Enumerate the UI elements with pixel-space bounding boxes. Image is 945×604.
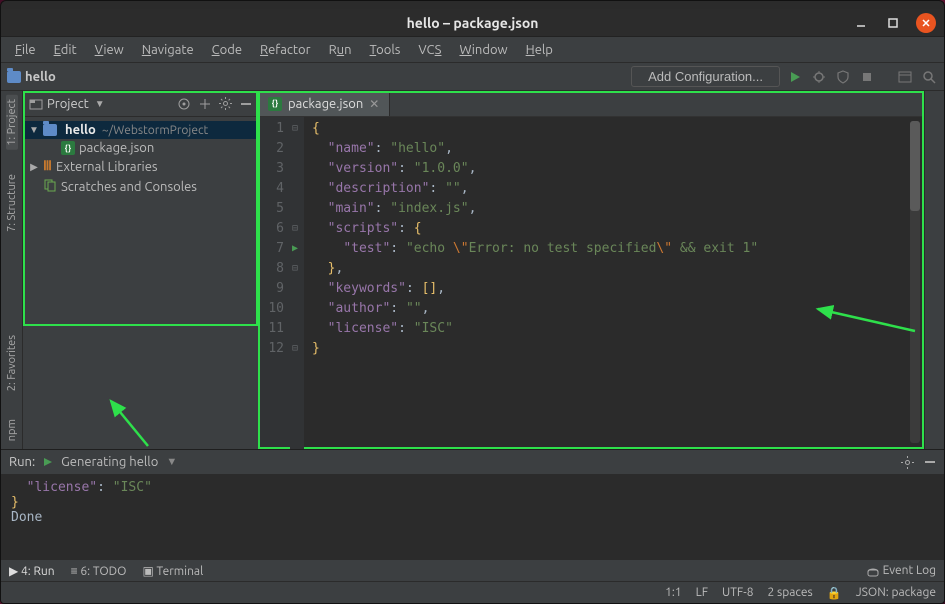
window-controls: [852, 13, 936, 33]
editor: {} package.json ✕ 123456789101112 ⊟ ⊟ ▶ …: [258, 91, 924, 449]
left-tool-rail: 1: Project 7: Structure 2: Favorites npm: [1, 91, 23, 449]
chevron-down-icon[interactable]: ▼: [29, 124, 39, 136]
root-name: hello: [65, 123, 96, 137]
status-indent[interactable]: 2 spaces: [767, 586, 812, 599]
right-tool-rail: [924, 91, 944, 449]
hide-icon[interactable]: [924, 460, 936, 464]
root-path: ~/WebstormProject: [102, 124, 208, 137]
structure-popup-icon[interactable]: [896, 68, 914, 86]
run-task-name: Generating hello: [61, 455, 158, 469]
editor-tabs: {} package.json ✕: [258, 91, 924, 117]
editor-scrollbar[interactable]: [910, 121, 920, 443]
code-area[interactable]: 123456789101112 ⊟ ⊟ ▶ ⊟ ⊟ { "name": "hel…: [258, 117, 924, 449]
menu-window[interactable]: Window: [451, 41, 515, 59]
breadcrumb-project: hello: [25, 70, 56, 84]
menu-tools[interactable]: Tools: [362, 41, 409, 59]
folder-icon: [43, 124, 57, 136]
chevron-down-icon[interactable]: ▼: [95, 98, 105, 110]
menu-refactor[interactable]: Refactor: [252, 41, 319, 59]
tree-external-libraries[interactable]: ▶ Ⅲ External Libraries: [23, 157, 258, 176]
editor-tab-package[interactable]: {} package.json ✕: [258, 91, 390, 116]
menu-edit[interactable]: Edit: [46, 41, 85, 59]
rail-project[interactable]: 1: Project: [6, 95, 18, 150]
main-area: 1: Project 7: Structure 2: Favorites npm…: [1, 91, 944, 449]
run-title: Run:: [9, 455, 35, 469]
fold-gutter[interactable]: ⊟ ⊟ ▶ ⊟ ⊟: [290, 117, 304, 449]
run-header: Run: Generating hello ▼: [1, 450, 944, 474]
search-everywhere-icon[interactable]: [920, 68, 938, 86]
tab-label: package.json: [288, 97, 363, 111]
tree-root[interactable]: ▼ hello ~/WebstormProject: [23, 121, 258, 139]
bottombar-eventlog[interactable]: Event Log: [883, 564, 936, 577]
menu-code[interactable]: Code: [204, 41, 250, 59]
window-title: hello – package.json: [407, 15, 539, 31]
folder-icon: [7, 71, 21, 83]
stop-icon[interactable]: [858, 68, 876, 86]
code-content[interactable]: { "name": "hello", "version": "1.0.0", "…: [304, 117, 924, 449]
tree-scratches[interactable]: Scratches and Consoles: [23, 176, 258, 197]
bottombar-run[interactable]: ▶ 4: Run: [9, 564, 55, 578]
maximize-button[interactable]: [884, 14, 902, 32]
annotation-arrow-left: [103, 396, 163, 456]
event-log-icon: [867, 565, 879, 577]
bottombar-terminal[interactable]: ▣ Terminal: [142, 564, 203, 578]
chevron-right-icon[interactable]: ▶: [29, 161, 39, 173]
json-file-icon: {}: [61, 141, 75, 155]
scratch-label: Scratches and Consoles: [61, 180, 197, 194]
debug-icon[interactable]: [810, 68, 828, 86]
menubar: File Edit View Navigate Code Refactor Ru…: [1, 37, 944, 63]
lock-icon[interactable]: 🔒: [827, 586, 842, 600]
line-gutter[interactable]: 123456789101112: [258, 117, 290, 449]
menu-run[interactable]: Run: [321, 41, 360, 59]
project-icon: [29, 97, 43, 111]
gear-icon[interactable]: [219, 97, 232, 110]
project-panel-title: Project: [47, 97, 89, 111]
tree-file-label: package.json: [79, 141, 154, 155]
scratch-icon: [43, 178, 57, 195]
bottombar-todo[interactable]: ≡ 6: TODO: [71, 564, 127, 578]
json-file-icon: {}: [268, 97, 282, 111]
rail-favorites[interactable]: 2: Favorites: [6, 331, 18, 395]
scroll-thumb[interactable]: [910, 121, 920, 211]
minimize-button[interactable]: [852, 14, 870, 32]
project-tool-window: Project ▼ ▼ hello ~/WebstormProject: [23, 91, 258, 326]
gear-icon[interactable]: [901, 456, 914, 469]
close-tab-icon[interactable]: ✕: [369, 97, 379, 111]
hide-icon[interactable]: [240, 102, 252, 106]
run-icon[interactable]: [786, 68, 804, 86]
project-panel-header: Project ▼: [23, 91, 258, 117]
expand-all-icon[interactable]: [199, 98, 211, 110]
library-icon: Ⅲ: [43, 159, 52, 174]
status-language[interactable]: JSON: package: [856, 586, 936, 599]
status-encoding[interactable]: UTF-8: [722, 586, 753, 599]
menu-help[interactable]: Help: [518, 41, 561, 59]
menu-view[interactable]: View: [87, 41, 132, 59]
locate-icon[interactable]: [177, 97, 191, 111]
status-caret-pos[interactable]: 1:1: [665, 586, 682, 599]
play-icon: [43, 457, 53, 467]
statusbar: 1:1 LF UTF-8 2 spaces 🔒 JSON: package: [1, 581, 944, 603]
close-button[interactable]: [916, 13, 936, 33]
run-output[interactable]: "license": "ISC" } Done: [1, 474, 944, 559]
run-tool-window: Run: Generating hello ▼ "license": "ISC"…: [1, 449, 944, 559]
titlebar: hello – package.json: [1, 9, 944, 37]
ext-lib-label: External Libraries: [56, 160, 158, 174]
coverage-icon[interactable]: [834, 68, 852, 86]
rail-npm[interactable]: npm: [6, 415, 18, 445]
menu-file[interactable]: File: [7, 41, 44, 59]
navigation-bar: hello Add Configuration...: [1, 63, 944, 91]
run-configuration-selector[interactable]: Add Configuration...: [631, 66, 780, 87]
breadcrumb[interactable]: hello: [7, 70, 56, 84]
status-line-separator[interactable]: LF: [696, 586, 708, 599]
rail-structure[interactable]: 7: Structure: [6, 170, 18, 236]
project-tree[interactable]: ▼ hello ~/WebstormProject {} package.jso…: [23, 117, 258, 201]
menu-navigate[interactable]: Navigate: [134, 41, 202, 59]
menu-vcs[interactable]: VCS: [410, 41, 449, 59]
bottom-tool-bar: ▶ 4: Run ≡ 6: TODO ▣ Terminal Event Log: [1, 559, 944, 581]
tree-file-package[interactable]: {} package.json: [23, 139, 258, 157]
sidebar-empty-area: [23, 326, 258, 449]
ide-window: hello – package.json File Edit View Navi…: [0, 0, 945, 604]
